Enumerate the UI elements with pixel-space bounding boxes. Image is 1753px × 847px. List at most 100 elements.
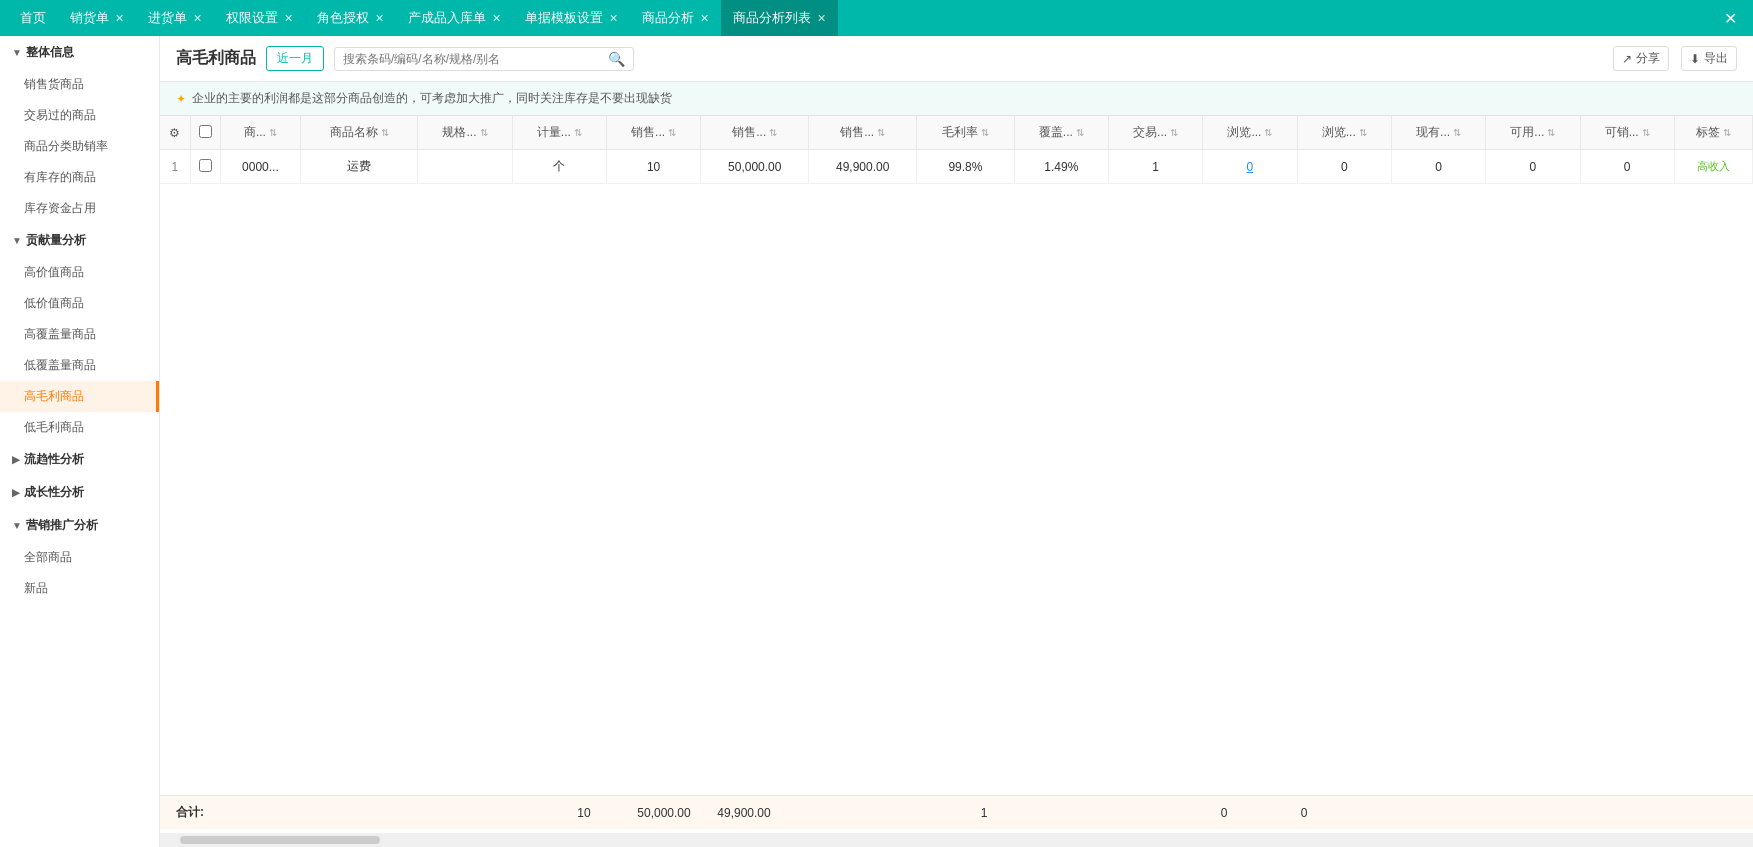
col-views2[interactable]: 浏览...⇅ xyxy=(1297,116,1391,150)
views1-link[interactable]: 0 xyxy=(1247,160,1254,174)
header-actions: ↗ 分享 ⬇ 导出 xyxy=(1613,46,1737,71)
scrollbar-thumb[interactable] xyxy=(180,836,380,844)
sort-icon-views1: ⇅ xyxy=(1264,127,1272,138)
content-area: 高毛利商品 近一月 🔍 ↗ 分享 ⬇ 导出 ✦ 企业的主要的利润都是这部分商品创… xyxy=(160,36,1753,847)
col-current[interactable]: 现有...⇅ xyxy=(1391,116,1485,150)
col-sales-amount[interactable]: 销售...⇅ xyxy=(701,116,809,150)
sort-icon-sales-profit: ⇅ xyxy=(877,127,885,138)
sidebar-item-sales-goods[interactable]: 销售货商品 xyxy=(0,69,159,100)
sidebar-collapse-button[interactable]: 《 xyxy=(159,442,160,482)
sidebar-item-new-products[interactable]: 新品 xyxy=(0,573,159,604)
time-filter-button[interactable]: 近一月 xyxy=(266,46,324,71)
col-views1[interactable]: 浏览...⇅ xyxy=(1203,116,1297,150)
row-transactions: 1 xyxy=(1108,150,1202,184)
search-input[interactable] xyxy=(343,52,608,66)
col-code[interactable]: 商...⇅ xyxy=(220,116,301,150)
info-icon: ✦ xyxy=(176,92,186,106)
nav-template[interactable]: 单据模板设置 ✕ xyxy=(513,0,630,36)
row-sales-qty: 10 xyxy=(606,150,700,184)
col-checkbox[interactable] xyxy=(190,116,220,150)
arrow-down-icon-3: ▼ xyxy=(12,520,22,531)
share-button[interactable]: ↗ 分享 xyxy=(1613,46,1669,71)
sidebar-group-contribution[interactable]: ▼ 贡献量分析 xyxy=(0,224,159,257)
col-coverage[interactable]: 覆盖...⇅ xyxy=(1014,116,1108,150)
sort-icon-code: ⇅ xyxy=(269,127,277,138)
sidebar-item-category-rate[interactable]: 商品分类助销率 xyxy=(0,131,159,162)
col-gross-margin[interactable]: 毛利率⇅ xyxy=(917,116,1015,150)
table-header-row: ⚙ 商...⇅ 商品名称⇅ 规格...⇅ 计量...⇅ 销售...⇅ 销售...… xyxy=(160,116,1753,150)
col-tag[interactable]: 标签⇅ xyxy=(1674,116,1752,150)
close-permissions-tab[interactable]: ✕ xyxy=(284,12,293,25)
row-views1[interactable]: 0 xyxy=(1203,150,1297,184)
close-purchase-tab[interactable]: ✕ xyxy=(193,12,202,25)
row-code: 0000... xyxy=(220,150,301,184)
sort-icon-tag: ⇅ xyxy=(1723,127,1731,138)
search-icon[interactable]: 🔍 xyxy=(608,51,625,67)
sidebar-item-all-products[interactable]: 全部商品 xyxy=(0,542,159,573)
col-settings[interactable]: ⚙ xyxy=(160,116,190,150)
nav-permissions[interactable]: 权限设置 ✕ xyxy=(214,0,305,36)
row-sales-amount: 50,000.00 xyxy=(701,150,809,184)
close-product-analysis-tab[interactable]: ✕ xyxy=(700,12,709,25)
nav-product-analysis-list[interactable]: 商品分析列表 ✕ xyxy=(721,0,838,36)
sidebar-item-stock-capital[interactable]: 库存资金占用 xyxy=(0,193,159,224)
nav-product-inbound[interactable]: 产成品入库单 ✕ xyxy=(396,0,513,36)
footer-sales-amount: 50,000.00 xyxy=(624,806,704,820)
sidebar-item-low-coverage[interactable]: 低覆盖量商品 xyxy=(0,350,159,381)
nav-home[interactable]: 首页 xyxy=(8,0,58,36)
close-role-auth-tab[interactable]: ✕ xyxy=(375,12,384,25)
col-name[interactable]: 商品名称⇅ xyxy=(301,116,418,150)
row-sales-profit: 49,900.00 xyxy=(809,150,917,184)
col-spec[interactable]: 规格...⇅ xyxy=(418,116,512,150)
sidebar-item-high-coverage[interactable]: 高覆盖量商品 xyxy=(0,319,159,350)
sort-icon-available: ⇅ xyxy=(1547,127,1555,138)
col-sales-qty[interactable]: 销售...⇅ xyxy=(606,116,700,150)
sort-icon-transactions: ⇅ xyxy=(1170,127,1178,138)
sidebar-item-low-value[interactable]: 低价值商品 xyxy=(0,288,159,319)
row-checkbox[interactable] xyxy=(199,159,212,172)
content-header: 高毛利商品 近一月 🔍 ↗ 分享 ⬇ 导出 xyxy=(160,36,1753,82)
col-transactions[interactable]: 交易...⇅ xyxy=(1108,116,1202,150)
arrow-right-icon: ▶ xyxy=(12,454,20,465)
sidebar-item-low-margin[interactable]: 低毛利商品 xyxy=(0,412,159,443)
nav-role-auth[interactable]: 角色授权 ✕ xyxy=(305,0,396,36)
nav-sales[interactable]: 销货单 ✕ xyxy=(58,0,136,36)
sidebar-item-high-margin[interactable]: 高毛利商品 xyxy=(0,381,159,412)
sidebar-item-traded-goods[interactable]: 交易过的商品 xyxy=(0,100,159,131)
col-available[interactable]: 可用...⇅ xyxy=(1486,116,1580,150)
col-unit[interactable]: 计量...⇅ xyxy=(512,116,606,150)
sidebar-group-marketing[interactable]: ▼ 营销推广分析 xyxy=(0,509,159,542)
nav-purchase[interactable]: 进货单 ✕ xyxy=(136,0,214,36)
close-product-inbound-tab[interactable]: ✕ xyxy=(492,12,501,25)
sidebar-item-high-value[interactable]: 高价值商品 xyxy=(0,257,159,288)
table-footer: 合计: 10 50,000.00 49,900.00 1 0 0 xyxy=(160,795,1753,829)
col-sellable[interactable]: 可销...⇅ xyxy=(1580,116,1674,150)
export-button[interactable]: ⬇ 导出 xyxy=(1681,46,1737,71)
sort-icon-sales-qty: ⇅ xyxy=(668,127,676,138)
close-all-tabs[interactable]: ✕ xyxy=(1716,9,1745,28)
select-all-checkbox[interactable] xyxy=(199,125,212,138)
top-navigation: 首页 销货单 ✕ 进货单 ✕ 权限设置 ✕ 角色授权 ✕ 产成品入库单 ✕ 单据… xyxy=(0,0,1753,36)
sidebar-group-overall[interactable]: ▼ 整体信息 xyxy=(0,36,159,69)
export-icon: ⬇ xyxy=(1690,52,1700,66)
close-template-tab[interactable]: ✕ xyxy=(609,12,618,25)
close-product-analysis-list-tab[interactable]: ✕ xyxy=(817,12,826,25)
arrow-down-icon: ▼ xyxy=(12,47,22,58)
table-container[interactable]: ⚙ 商...⇅ 商品名称⇅ 规格...⇅ 计量...⇅ 销售...⇅ 销售...… xyxy=(160,116,1753,847)
table-row: 1 0000... 运费 个 10 50,000.00 49,900.00 99… xyxy=(160,150,1753,184)
horizontal-scrollbar[interactable] xyxy=(160,833,1753,847)
row-current: 0 xyxy=(1391,150,1485,184)
col-sales-profit[interactable]: 销售...⇅ xyxy=(809,116,917,150)
row-num: 1 xyxy=(160,150,190,184)
footer-available: 0 xyxy=(1264,806,1344,820)
sidebar-item-in-stock[interactable]: 有库存的商品 xyxy=(0,162,159,193)
nav-product-analysis[interactable]: 商品分析 ✕ xyxy=(630,0,721,36)
close-sales-tab[interactable]: ✕ xyxy=(115,12,124,25)
row-unit: 个 xyxy=(512,150,606,184)
row-name: 运费 xyxy=(301,150,418,184)
sidebar-group-trend[interactable]: ▶ 流趋性分析 xyxy=(0,443,159,476)
footer-sales-qty: 10 xyxy=(544,806,624,820)
sidebar-group-growth[interactable]: ▶ 成长性分析 xyxy=(0,476,159,509)
row-checkbox-cell[interactable] xyxy=(190,150,220,184)
sidebar: 《 ▼ 整体信息 销售货商品 交易过的商品 商品分类助销率 有库存的商品 库存资… xyxy=(0,36,160,847)
